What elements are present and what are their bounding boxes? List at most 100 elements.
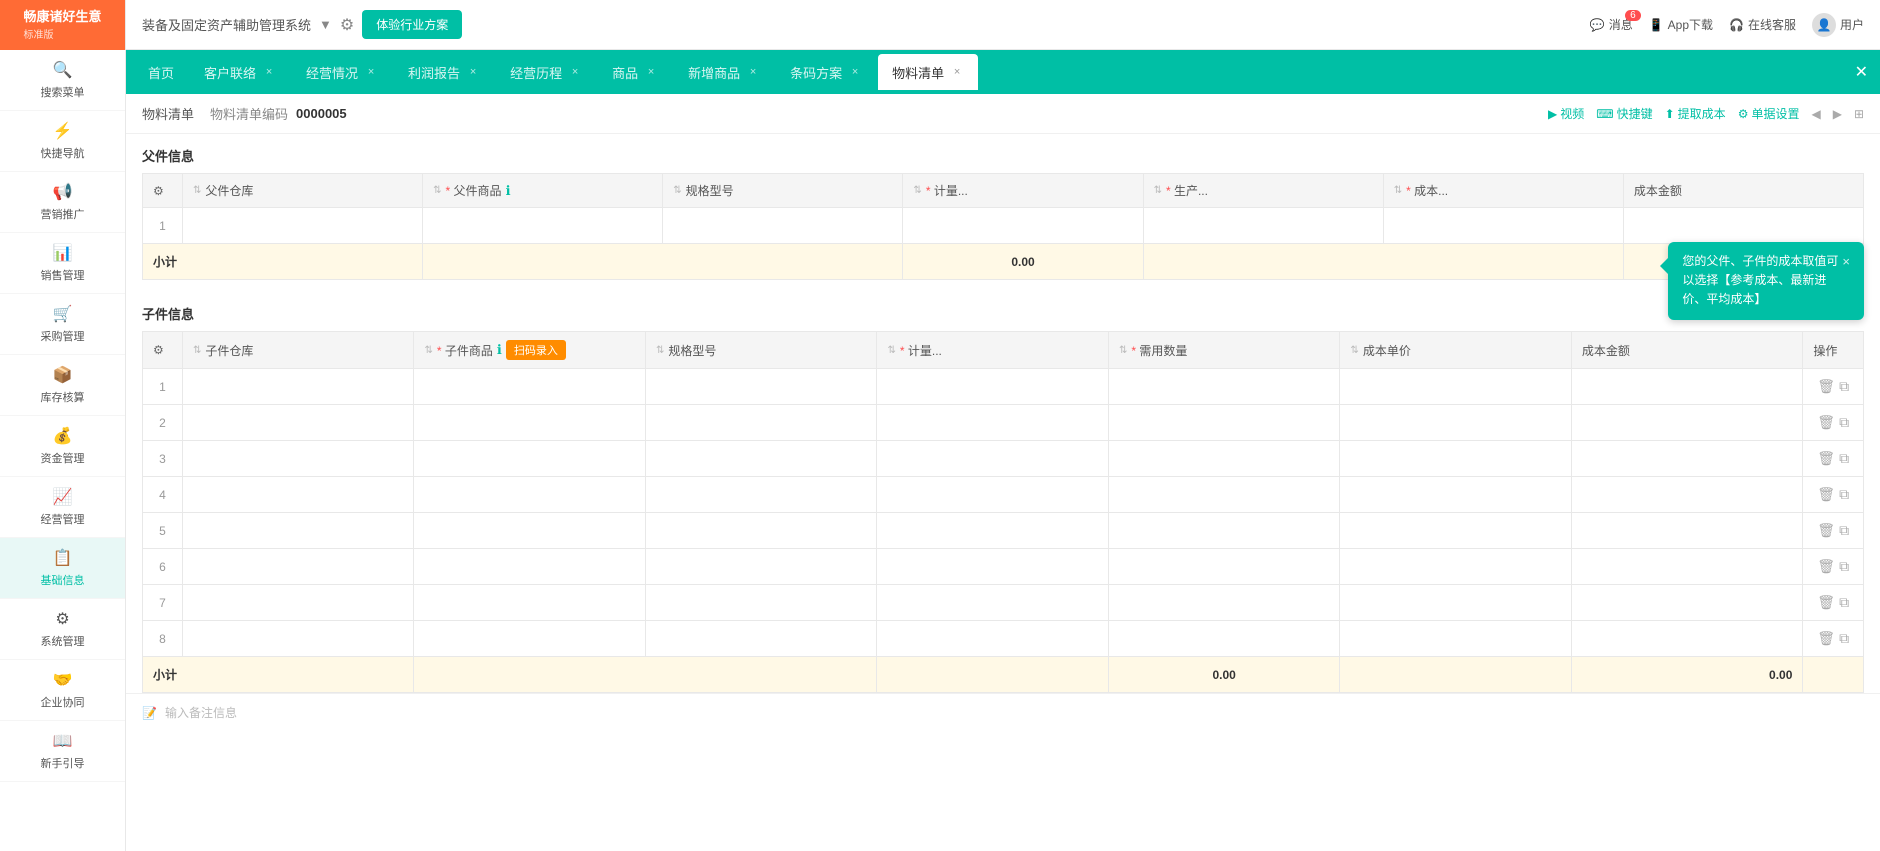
child-input-goods-4[interactable] [414, 513, 644, 548]
child-cell-spec-2[interactable] [645, 441, 876, 477]
sidebar-item-10[interactable]: 🤝企业协同 [0, 660, 125, 721]
delete-icon-0[interactable]: 🗑 [1817, 378, 1835, 395]
child-cell-unit-cost-5[interactable] [1340, 549, 1571, 585]
child-input-spec-1[interactable] [646, 405, 876, 440]
child-input-spec-6[interactable] [646, 585, 876, 620]
child-input-warehouse-5[interactable] [183, 549, 413, 584]
delete-icon-3[interactable]: 🗑 [1817, 486, 1835, 503]
child-input-unit-0[interactable] [877, 369, 1107, 404]
delete-icon-6[interactable]: 🗑 [1817, 594, 1835, 611]
child-input-qty-3[interactable] [1109, 477, 1339, 512]
child-input-warehouse-1[interactable] [183, 405, 413, 440]
child-cell-cost-amount-7[interactable] [1571, 621, 1802, 657]
child-cell-qty-5[interactable] [1108, 549, 1339, 585]
child-input-unit-cost-3[interactable] [1340, 477, 1570, 512]
video-link[interactable]: ▶ 视频 [1548, 105, 1584, 122]
nav-tab-close-4[interactable]: × [568, 65, 582, 79]
child-input-cost-amount-5[interactable] [1572, 549, 1802, 584]
delete-icon-4[interactable]: 🗑 [1817, 522, 1835, 539]
child-input-cost-amount-2[interactable] [1572, 441, 1802, 476]
sidebar-item-3[interactable]: 📊销售管理 [0, 233, 125, 294]
app-download-button[interactable]: 📱 App下载 [1649, 16, 1713, 33]
child-cell-warehouse-6[interactable] [183, 585, 414, 621]
delete-icon-1[interactable]: 🗑 [1817, 414, 1835, 431]
child-cell-cost-amount-2[interactable] [1571, 441, 1802, 477]
child-input-unit-cost-4[interactable] [1340, 513, 1570, 548]
copy-icon-3[interactable]: ⧉ [1839, 486, 1849, 503]
nav-tab-8[interactable]: 物料清单× [878, 54, 978, 90]
single-settings-link[interactable]: ⚙ 单据设置 [1738, 105, 1800, 122]
nav-next-icon[interactable]: ▶ [1833, 107, 1842, 121]
child-cell-unit-cost-2[interactable] [1340, 441, 1571, 477]
parent-input-warehouse[interactable] [183, 208, 422, 243]
child-cell-cost-amount-6[interactable] [1571, 585, 1802, 621]
child-cell-qty-1[interactable] [1108, 405, 1339, 441]
child-cell-spec-0[interactable] [645, 369, 876, 405]
tooltip-close-button[interactable]: × [1842, 252, 1850, 273]
child-input-goods-7[interactable] [414, 621, 644, 656]
child-cell-unit-0[interactable] [877, 369, 1108, 405]
child-cell-warehouse-1[interactable] [183, 405, 414, 441]
nav-tab-0[interactable]: 首页 [134, 54, 188, 90]
parent-cell-cost-amount[interactable] [1623, 208, 1863, 244]
sidebar-item-5[interactable]: 📦库存核算 [0, 355, 125, 416]
child-cell-unit-2[interactable] [877, 441, 1108, 477]
sidebar-item-0[interactable]: 🔍搜索菜单 [0, 50, 125, 111]
child-input-qty-4[interactable] [1109, 513, 1339, 548]
nav-tab-close-7[interactable]: × [848, 65, 862, 79]
scan-input-button[interactable]: 扫码录入 [506, 340, 566, 360]
child-cell-unit-4[interactable] [877, 513, 1108, 549]
message-button[interactable]: 💬 消息 6 [1590, 16, 1633, 33]
user-button[interactable]: 👤 用户 [1812, 13, 1864, 37]
experience-button[interactable]: 体验行业方案 [362, 10, 462, 39]
child-input-warehouse-4[interactable] [183, 513, 413, 548]
parent-cell-goods[interactable] [423, 208, 663, 244]
copy-icon-2[interactable]: ⧉ [1839, 450, 1849, 467]
nav-tab-2[interactable]: 经营情况× [292, 54, 392, 90]
nav-tab-4[interactable]: 经营历程× [496, 54, 596, 90]
child-input-spec-7[interactable] [646, 621, 876, 656]
parent-cell-spec[interactable] [663, 208, 903, 244]
child-cell-qty-0[interactable] [1108, 369, 1339, 405]
child-cell-spec-4[interactable] [645, 513, 876, 549]
dropdown-arrow-icon[interactable]: ▼ [319, 17, 332, 32]
child-input-goods-5[interactable] [414, 549, 644, 584]
parent-settings-icon[interactable]: ⚙ [153, 184, 164, 198]
close-all-tabs-icon[interactable]: ✕ [1851, 58, 1872, 86]
child-input-qty-2[interactable] [1109, 441, 1339, 476]
child-input-unit-cost-1[interactable] [1340, 405, 1570, 440]
extract-cost-link[interactable]: ⬆ 提取成本 [1665, 105, 1726, 122]
child-cell-unit-7[interactable] [877, 621, 1108, 657]
child-input-warehouse-7[interactable] [183, 621, 413, 656]
child-input-goods-3[interactable] [414, 477, 644, 512]
child-cell-cost-amount-1[interactable] [1571, 405, 1802, 441]
parent-input-unit[interactable] [903, 208, 1142, 243]
copy-icon-6[interactable]: ⧉ [1839, 594, 1849, 611]
copy-icon-0[interactable]: ⧉ [1839, 378, 1849, 395]
nav-tab-close-5[interactable]: × [644, 65, 658, 79]
parent-input-cost[interactable] [1384, 208, 1623, 243]
child-cell-qty-6[interactable] [1108, 585, 1339, 621]
child-cell-spec-3[interactable] [645, 477, 876, 513]
child-input-cost-amount-0[interactable] [1572, 369, 1802, 404]
parent-cell-cost[interactable] [1383, 208, 1623, 244]
child-input-cost-amount-1[interactable] [1572, 405, 1802, 440]
copy-icon-4[interactable]: ⧉ [1839, 522, 1849, 539]
child-cell-goods-0[interactable] [414, 369, 645, 405]
child-cell-goods-1[interactable] [414, 405, 645, 441]
child-cell-goods-2[interactable] [414, 441, 645, 477]
child-input-unit-cost-5[interactable] [1340, 549, 1570, 584]
note-placeholder[interactable]: 输入备注信息 [165, 704, 237, 721]
parent-input-cost-amount[interactable] [1624, 208, 1863, 243]
child-input-goods-2[interactable] [414, 441, 644, 476]
child-cell-unit-cost-4[interactable] [1340, 513, 1571, 549]
child-cell-goods-6[interactable] [414, 585, 645, 621]
child-input-unit-2[interactable] [877, 441, 1107, 476]
sidebar-item-11[interactable]: 📖新手引导 [0, 721, 125, 782]
parent-cell-unit[interactable] [903, 208, 1143, 244]
parent-input-spec[interactable] [663, 208, 902, 243]
child-input-cost-amount-3[interactable] [1572, 477, 1802, 512]
sidebar-item-4[interactable]: 🛒采购管理 [0, 294, 125, 355]
child-input-qty-5[interactable] [1109, 549, 1339, 584]
child-input-cost-amount-7[interactable] [1572, 621, 1802, 656]
